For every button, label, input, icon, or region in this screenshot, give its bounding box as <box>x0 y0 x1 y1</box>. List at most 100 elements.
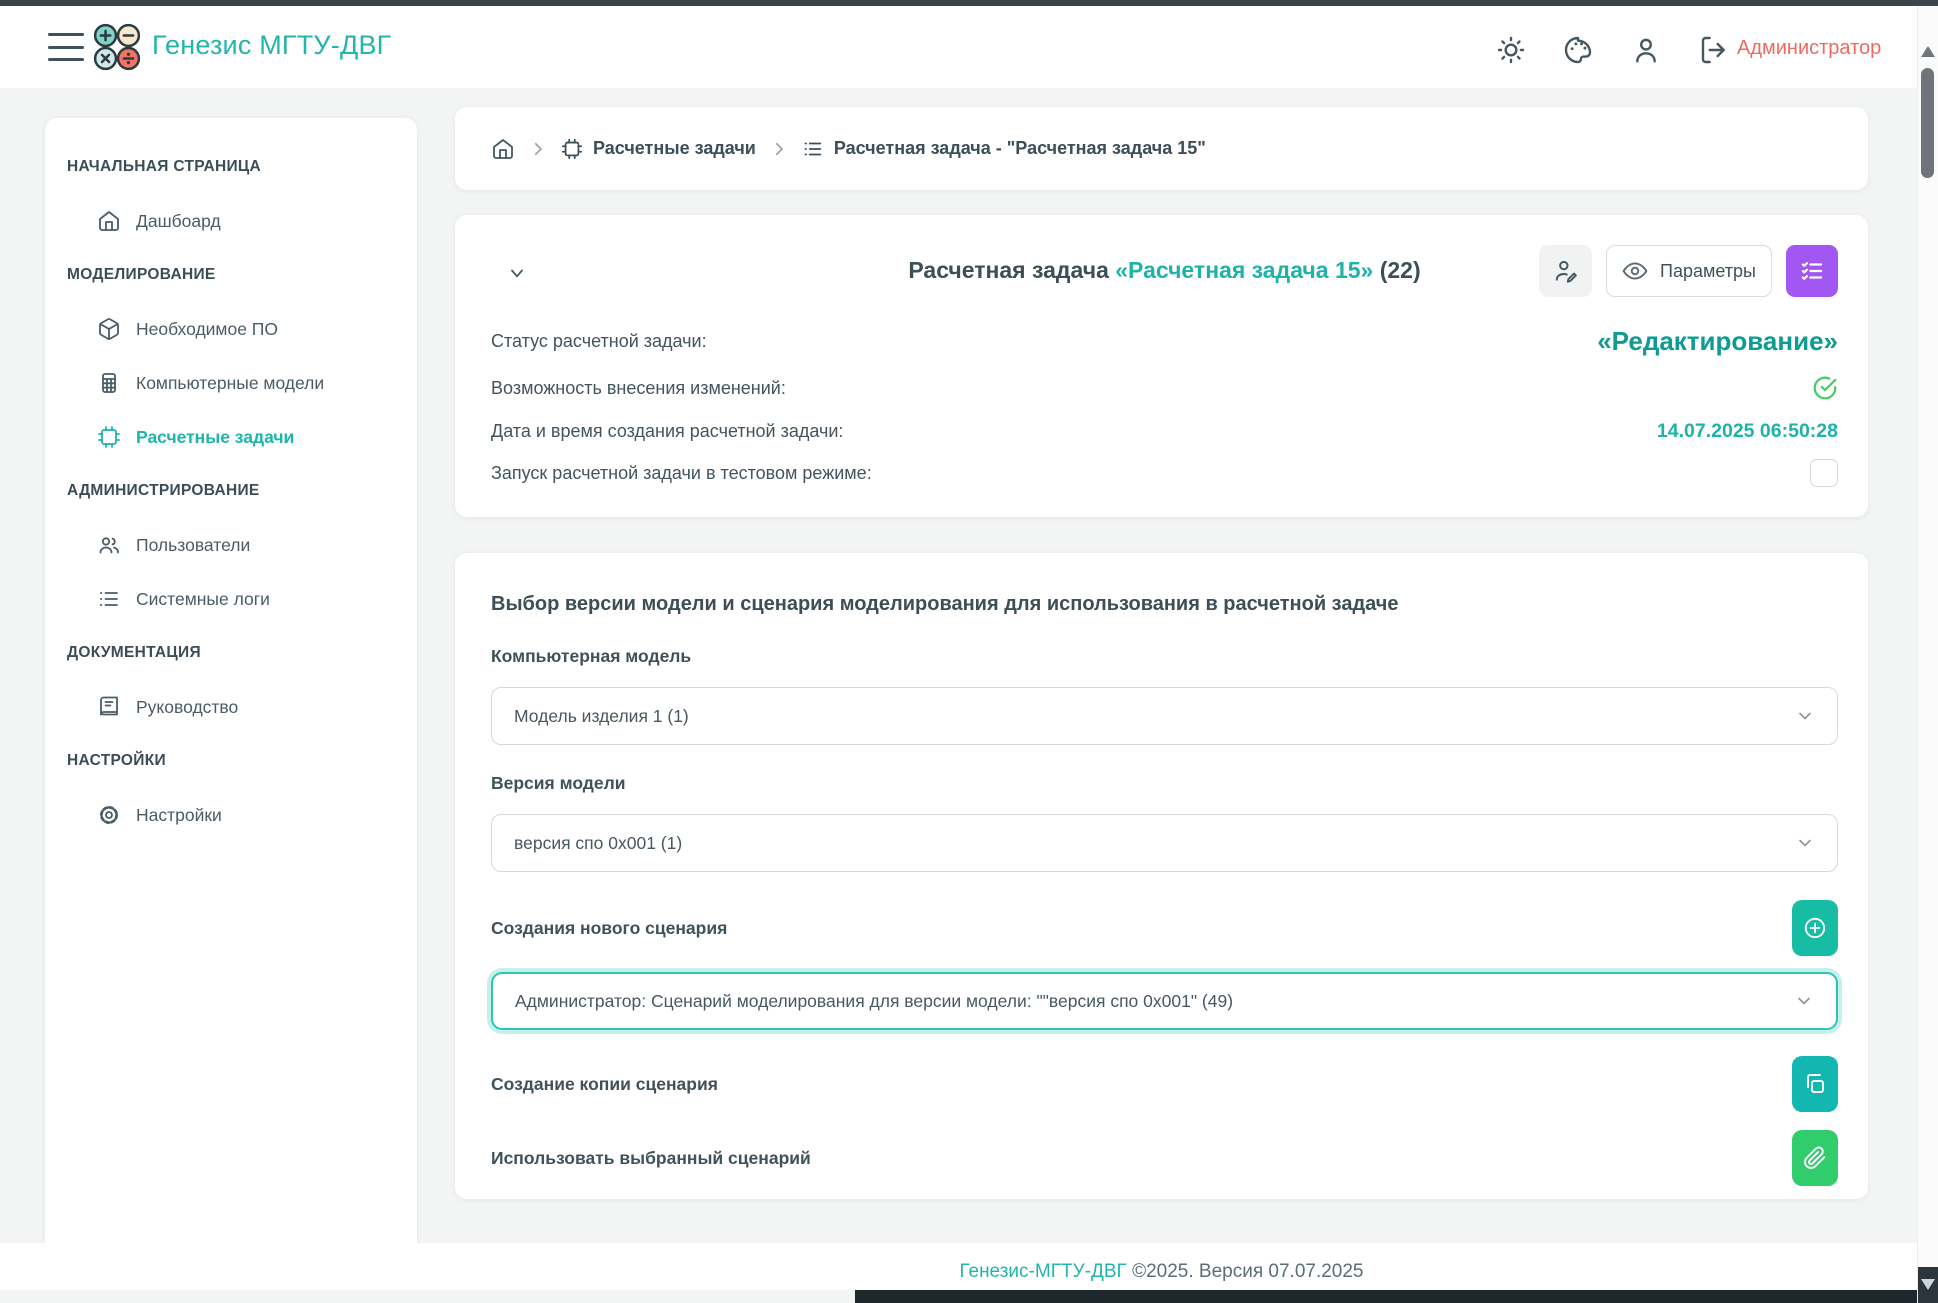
created-date-label: Дата и время создания расчетной задачи: <box>491 420 844 441</box>
chevron-down-icon <box>1795 706 1815 726</box>
logout-icon[interactable] <box>1697 34 1729 66</box>
chevron-right-icon <box>770 140 788 158</box>
sidebar-item-label: Руководство <box>136 696 239 717</box>
vertical-scrollbar[interactable] <box>1917 6 1938 1303</box>
created-date-row: Дата и время создания расчетной задачи: … <box>491 411 1838 451</box>
hamburger-menu-icon[interactable] <box>48 33 84 61</box>
gear-icon <box>97 803 121 827</box>
checklist-button[interactable] <box>1786 245 1838 297</box>
breadcrumb-current-task[interactable]: Расчетная задача - "Расчетная задача 15" <box>802 138 1206 160</box>
status-label: Статус расчетной задачи: <box>491 330 707 351</box>
scenario-select[interactable]: Администратор: Сценарий моделирования дл… <box>491 972 1838 1030</box>
checklist-icon <box>1799 258 1825 284</box>
status-row: Статус расчетной задачи: «Редактирование… <box>491 317 1838 365</box>
sidebar-section-administration: АДМИНИСТРИРОВАНИЕ <box>67 482 260 499</box>
new-scenario-label: Создания нового сценария <box>491 917 728 938</box>
book-icon <box>97 695 121 719</box>
sidebar-item-label: Расчетные задачи <box>136 426 295 447</box>
model-version-select[interactable]: версия спо 0x001 (1) <box>491 814 1838 872</box>
sidebar-item-users[interactable]: Пользователи <box>45 518 417 572</box>
model-version-value: версия спо 0x001 (1) <box>514 832 683 853</box>
chevron-down-icon <box>1794 991 1814 1011</box>
task-title-prefix: Расчетная задача <box>908 257 1109 283</box>
breadcrumb-label: Расчетные задачи <box>593 138 756 158</box>
parameters-button[interactable]: Параметры <box>1606 245 1772 297</box>
sidebar-item-system-logs[interactable]: Системные логи <box>45 572 417 626</box>
breadcrumb-home[interactable] <box>491 137 515 161</box>
use-scenario-row: Использовать выбранный сценарий <box>491 1130 1838 1186</box>
task-title-id: (22) <box>1379 257 1421 283</box>
scenario-value: Администратор: Сценарий моделирования дл… <box>515 990 1234 1011</box>
editable-label: Возможность внесения изменений: <box>491 377 786 398</box>
section-title: Выбор версии модели и сценария моделиров… <box>491 593 1399 615</box>
list-icon <box>97 587 121 611</box>
sidebar-item-computer-models[interactable]: Компьютерные модели <box>45 356 417 410</box>
test-mode-checkbox[interactable] <box>1810 459 1838 487</box>
scroll-down-arrow[interactable] <box>1918 1267 1938 1303</box>
sidebar-item-label: Компьютерные модели <box>136 372 325 393</box>
copy-scenario-button[interactable] <box>1792 1056 1838 1112</box>
copy-scenario-row: Создание копии сценария <box>491 1056 1838 1112</box>
copy-scenario-label: Создание копии сценария <box>491 1073 718 1094</box>
parameters-button-label: Параметры <box>1660 260 1756 281</box>
copy-icon <box>1803 1072 1827 1096</box>
circle-plus-icon <box>1802 915 1828 941</box>
chevron-down-icon <box>1795 833 1815 853</box>
user-profile-icon[interactable] <box>1630 34 1662 66</box>
sidebar-item-label: Системные логи <box>136 588 270 609</box>
app-logo-math-icons <box>92 22 142 72</box>
list-icon <box>802 138 824 160</box>
sidebar-item-label: Дашбоард <box>136 210 221 231</box>
sidebar-item-label: Настройки <box>136 804 222 825</box>
sidebar-section-settings: НАСТРОЙКИ <box>67 752 166 769</box>
sidebar-item-required-software[interactable]: Необходимое ПО <box>45 302 417 356</box>
footer-brand-link[interactable]: Генезис-МГТУ-ДВГ <box>959 1261 1126 1282</box>
chevron-right-icon <box>529 140 547 158</box>
computer-model-select[interactable]: Модель изделия 1 (1) <box>491 687 1838 745</box>
scroll-up-arrow[interactable] <box>1921 46 1935 57</box>
model-version-label: Версия модели <box>491 773 626 793</box>
user-role-label[interactable]: Администратор <box>1737 37 1881 60</box>
cpu-icon <box>561 138 583 160</box>
paperclip-icon <box>1803 1146 1827 1170</box>
calculator-icon <box>97 371 121 395</box>
breadcrumb-computation-tasks[interactable]: Расчетные задачи <box>561 138 756 160</box>
computer-model-label: Компьютерная модель <box>491 646 692 666</box>
sign-task-button[interactable] <box>1539 245 1592 297</box>
sidebar-item-label: Необходимое ПО <box>136 318 278 339</box>
sidebar-section-modeling: МОДЕЛИРОВАНИЕ <box>67 266 216 283</box>
breadcrumb: Расчетные задачи Расчетная задача - "Рас… <box>455 107 1868 190</box>
task-title-name: «Расчетная задача 15» <box>1115 257 1374 283</box>
footer-text: Генезис-МГТУ-ДВГ ©2025. Версия 07.07.202… <box>455 1261 1868 1283</box>
test-mode-row: Запуск расчетной задачи в тестовом режим… <box>491 451 1838 495</box>
users-icon <box>97 533 121 557</box>
status-badge: «Редактирование» <box>1597 325 1838 356</box>
test-mode-label: Запуск расчетной задачи в тестовом режим… <box>491 462 872 483</box>
created-date-value: 14.07.2025 06:50:28 <box>1656 419 1838 442</box>
sidebar-item-computation-tasks[interactable]: Расчетные задачи <box>45 410 417 464</box>
use-scenario-label: Использовать выбранный сценарий <box>491 1147 811 1168</box>
computer-model-value: Модель изделия 1 (1) <box>514 705 689 726</box>
scrollbar-thumb[interactable] <box>1921 68 1934 178</box>
task-info-card: Расчетная задача «Расчетная задача 15» (… <box>455 215 1868 517</box>
breadcrumb-label: Расчетная задача - "Расчетная задача 15" <box>833 138 1206 158</box>
editable-row: Возможность внесения изменений: <box>491 365 1838 411</box>
use-scenario-button[interactable] <box>1792 1130 1838 1186</box>
home-icon <box>97 209 121 233</box>
window-bottom-strip <box>855 1290 1938 1303</box>
sidebar-item-manual[interactable]: Руководство <box>45 680 417 734</box>
app-header: Генезис МГТУ-ДВГ Администратор <box>0 6 1938 88</box>
cpu-icon <box>97 425 121 449</box>
sidebar-item-dashboard[interactable]: Дашбоард <box>45 194 417 248</box>
box-icon <box>97 317 121 341</box>
palette-icon[interactable] <box>1562 34 1594 66</box>
sidebar-section-home: НАЧАЛЬНАЯ СТРАНИЦА <box>67 158 262 175</box>
footer-version-text: ©2025. Версия 07.07.2025 <box>1132 1261 1364 1282</box>
scenario-selection-card: Выбор версии модели и сценария моделиров… <box>455 553 1868 1199</box>
add-scenario-button[interactable] <box>1792 900 1838 956</box>
theme-sun-icon[interactable] <box>1495 34 1527 66</box>
app-title: Генезис МГТУ-ДВГ <box>152 30 392 60</box>
check-circle-icon <box>1812 375 1838 401</box>
eye-icon <box>1622 258 1648 284</box>
sidebar-item-settings[interactable]: Настройки <box>45 788 417 842</box>
